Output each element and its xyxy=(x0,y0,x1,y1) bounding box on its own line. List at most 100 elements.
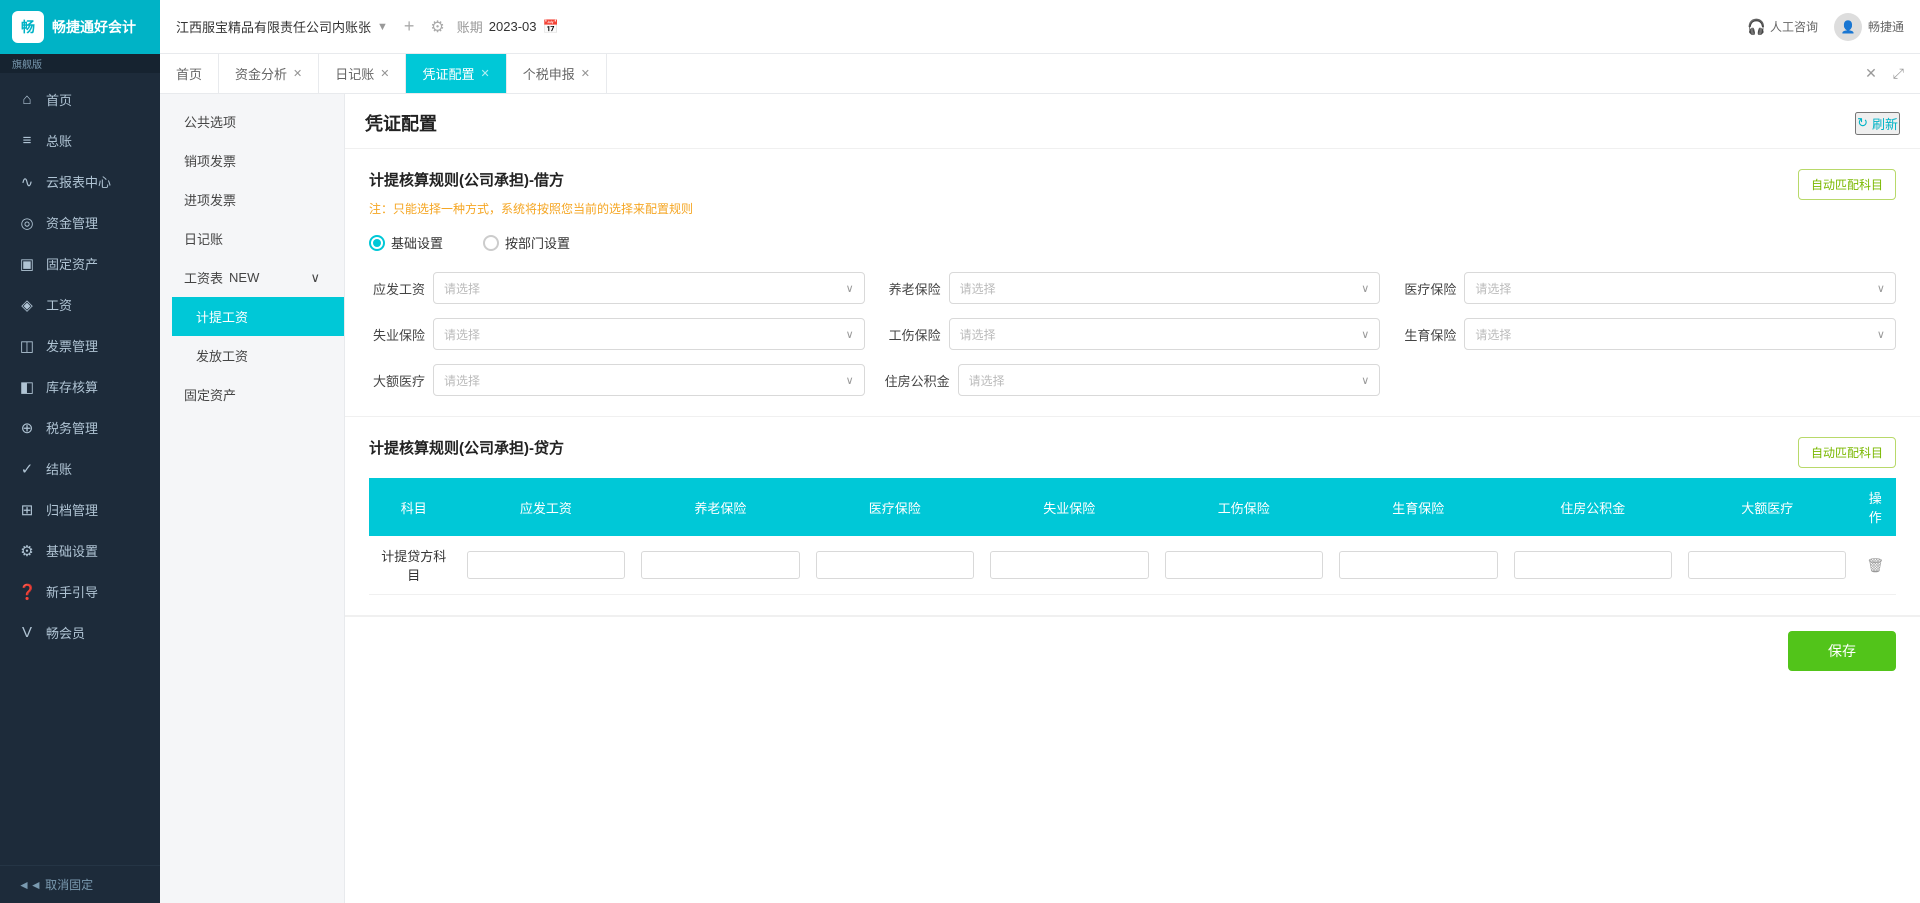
sidebar-item-guide[interactable]: ❓ 新手引导 xyxy=(0,571,160,612)
service-button[interactable]: 🎧 人工咨询 xyxy=(1747,18,1818,36)
auto-match-debit-button[interactable]: 自动匹配科目 xyxy=(1798,169,1896,200)
company-selector[interactable]: 江西服宝精品有限责任公司内账张 ▼ xyxy=(176,17,388,36)
left-nav-purchase-invoice[interactable]: 进项发票 xyxy=(160,180,344,219)
row-major-medical-input[interactable] xyxy=(1688,551,1846,579)
tab-fund-analysis[interactable]: 资金分析 ✕ xyxy=(219,54,319,93)
page-header: 凭证配置 ↻ 刷新 xyxy=(345,94,1920,149)
left-nav-salary-table-group[interactable]: 工资表 NEW ∨ xyxy=(160,258,344,297)
radio-dept-label: 按部门设置 xyxy=(505,233,570,252)
tab-tax-close-icon[interactable]: ✕ xyxy=(581,67,590,80)
maternity-placeholder: 请选择 xyxy=(1475,326,1511,343)
section-credit-title: 计提核算规则(公司承担)-贷方 xyxy=(369,437,564,458)
sidebar: 畅 畅捷通好会计 旗舰版 ⌂ 首页 ≡ 总账 ∿ 云报表中心 ◎ 资金管理 ▣ … xyxy=(0,0,160,903)
tab-tax-declaration[interactable]: 个税申报 ✕ xyxy=(507,54,607,93)
row-pension-input[interactable] xyxy=(641,551,799,579)
medical-select[interactable]: 请选择 ∨ xyxy=(1464,272,1896,304)
row-pension-cell[interactable] xyxy=(633,536,807,595)
pension-select[interactable]: 请选择 ∨ xyxy=(949,272,1381,304)
tab-journal[interactable]: 日记账 ✕ xyxy=(319,54,406,93)
inventory-icon: ◧ xyxy=(18,378,36,396)
sidebar-item-salary[interactable]: ◈ 工资 xyxy=(0,284,160,325)
housing-fund-arrow-icon: ∨ xyxy=(1361,374,1369,387)
tab-voucher-close-icon[interactable]: ✕ xyxy=(481,67,490,80)
period-value[interactable]: 2023-03 xyxy=(489,19,537,34)
injury-placeholder: 请选择 xyxy=(960,326,996,343)
row-medical-input[interactable] xyxy=(816,551,974,579)
new-badge: NEW xyxy=(229,270,259,285)
sidebar-item-settings[interactable]: ⚙ 基础设置 xyxy=(0,530,160,571)
field-housing-fund: 住房公积金 请选择 ∨ xyxy=(885,364,1381,396)
injury-select[interactable]: 请选择 ∨ xyxy=(949,318,1381,350)
sidebar-item-tax[interactable]: ⊕ 税务管理 xyxy=(0,407,160,448)
avatar: 👤 xyxy=(1834,13,1862,41)
row-gross-salary-cell[interactable] xyxy=(459,536,633,595)
sidebar-item-archive[interactable]: ⊞ 归档管理 xyxy=(0,489,160,530)
user-button[interactable]: 👤 畅捷通 xyxy=(1834,13,1904,41)
sidebar-item-label: 发票管理 xyxy=(46,336,98,355)
col-housing-fund: 住房公积金 xyxy=(1506,478,1680,536)
row-maternity-input[interactable] xyxy=(1339,551,1497,579)
sidebar-unpin[interactable]: ◄◄ 取消固定 xyxy=(0,865,160,903)
tab-journal-close-icon[interactable]: ✕ xyxy=(380,67,389,80)
row-unemployment-input[interactable] xyxy=(990,551,1148,579)
auto-match-credit-button[interactable]: 自动匹配科目 xyxy=(1798,437,1896,468)
left-nav-accrual-salary[interactable]: 计提工资 xyxy=(172,297,344,336)
row-unemployment-cell[interactable] xyxy=(982,536,1156,595)
maternity-select[interactable]: 请选择 ∨ xyxy=(1464,318,1896,350)
add-account-button[interactable]: + xyxy=(400,16,419,37)
gross-salary-select[interactable]: 请选择 ∨ xyxy=(433,272,865,304)
tab-fund-close-icon[interactable]: ✕ xyxy=(293,67,302,80)
left-nav-public[interactable]: 公共选项 xyxy=(160,102,344,141)
sidebar-item-fund[interactable]: ◎ 资金管理 xyxy=(0,202,160,243)
row-major-medical-cell[interactable] xyxy=(1680,536,1854,595)
row-maternity-cell[interactable] xyxy=(1331,536,1505,595)
sidebar-item-home[interactable]: ⌂ 首页 xyxy=(0,79,160,120)
refresh-button[interactable]: ↻ 刷新 xyxy=(1855,112,1900,135)
save-button[interactable]: 保存 xyxy=(1788,631,1896,671)
left-nav-journal[interactable]: 日记账 xyxy=(160,219,344,258)
major-medical-select[interactable]: 请选择 ∨ xyxy=(433,364,865,396)
close-tab-icon[interactable]: ✕ xyxy=(1857,61,1885,86)
left-nav-pay-salary[interactable]: 发放工资 xyxy=(172,336,344,375)
unemployment-arrow-icon: ∨ xyxy=(846,328,854,341)
sidebar-item-member[interactable]: V 畅会员 xyxy=(0,612,160,653)
left-nav: 公共选项 销项发票 进项发票 日记账 工资表 NEW ∨ 计提工资 xyxy=(160,94,345,903)
section-debit-top: 计提核算规则(公司承担)-借方 注：只能选择一种方式，系统将按照您当前的选择来配… xyxy=(369,169,1896,233)
housing-fund-select[interactable]: 请选择 ∨ xyxy=(958,364,1381,396)
fullscreen-icon[interactable]: ⤢ xyxy=(1885,61,1912,86)
account-settings-icon[interactable]: ⚙ xyxy=(430,17,444,37)
journal-nav-label: 日记账 xyxy=(184,229,223,248)
field-major-medical: 大额医疗 请选择 ∨ xyxy=(369,364,865,396)
row-housing-fund-cell[interactable] xyxy=(1506,536,1680,595)
radio-basic-circle xyxy=(369,235,385,251)
left-nav-sales-invoice[interactable]: 销项发票 xyxy=(160,141,344,180)
sidebar-item-cloud-report[interactable]: ∿ 云报表中心 xyxy=(0,161,160,202)
cloud-report-icon: ∿ xyxy=(18,173,36,191)
tab-home[interactable]: 首页 xyxy=(160,54,219,93)
left-nav-fixed-asset[interactable]: 固定资产 xyxy=(160,375,344,414)
sidebar-item-label: 固定资产 xyxy=(46,254,98,273)
unemployment-select[interactable]: 请选择 ∨ xyxy=(433,318,865,350)
radio-by-dept[interactable]: 按部门设置 xyxy=(483,233,570,252)
row-gross-salary-input[interactable] xyxy=(467,551,625,579)
col-pension: 养老保险 xyxy=(633,478,807,536)
row-housing-fund-input[interactable] xyxy=(1514,551,1672,579)
delete-row-button[interactable]: 🗑 xyxy=(1866,557,1884,573)
row-medical-cell[interactable] xyxy=(808,536,982,595)
tab-home-label: 首页 xyxy=(176,64,202,83)
tab-voucher-config[interactable]: 凭证配置 ✕ xyxy=(406,54,506,93)
sidebar-item-invoice[interactable]: ◫ 发票管理 xyxy=(0,325,160,366)
logo-text: 畅捷通好会计 xyxy=(52,19,136,36)
section-debit-left: 计提核算规则(公司承担)-借方 注：只能选择一种方式，系统将按照您当前的选择来配… xyxy=(369,169,693,233)
salary-icon: ◈ xyxy=(18,296,36,314)
calendar-icon[interactable]: 📅 xyxy=(543,19,559,35)
row-injury-cell[interactable] xyxy=(1157,536,1331,595)
sidebar-item-inventory[interactable]: ◧ 库存核算 xyxy=(0,366,160,407)
sales-invoice-nav-label: 销项发票 xyxy=(184,151,236,170)
checkout-icon: ✓ xyxy=(18,460,36,478)
sidebar-item-ledger[interactable]: ≡ 总账 xyxy=(0,120,160,161)
radio-basic[interactable]: 基础设置 xyxy=(369,233,443,252)
row-injury-input[interactable] xyxy=(1165,551,1323,579)
sidebar-item-fixed-asset[interactable]: ▣ 固定资产 xyxy=(0,243,160,284)
sidebar-item-checkout[interactable]: ✓ 结账 xyxy=(0,448,160,489)
